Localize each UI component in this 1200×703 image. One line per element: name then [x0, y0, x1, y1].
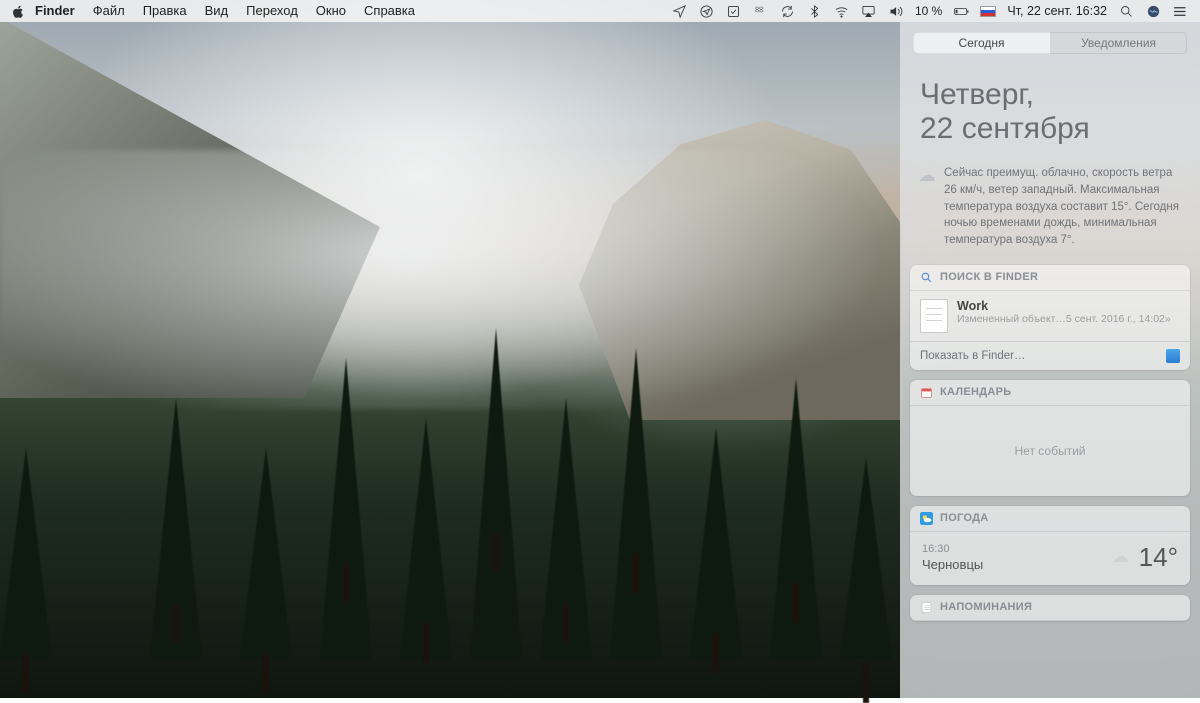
input-flag-ru[interactable] — [980, 6, 996, 17]
tab-notifications[interactable]: Уведомления — [1050, 32, 1187, 54]
weather-app-icon — [920, 512, 933, 525]
menu-edit[interactable]: Правка — [134, 0, 196, 22]
finder-search-widget: ПОИСК В FINDER Work Измененный объект…5 … — [910, 265, 1190, 370]
finder-search-icon — [920, 271, 933, 284]
calendar-empty-label: Нет событий — [910, 406, 1190, 496]
notification-center-panel: Сегодня Уведомления Четверг, 22 сентября… — [900, 22, 1200, 698]
apple-menu-icon[interactable] — [10, 3, 26, 19]
location-icon[interactable] — [672, 3, 688, 19]
bluetooth-icon[interactable] — [807, 3, 823, 19]
weather-temp: 14° — [1139, 542, 1178, 573]
checkbox-icon[interactable] — [726, 3, 742, 19]
calendar-icon — [920, 386, 933, 399]
cloud-icon: ☁ — [918, 165, 936, 248]
weather-city: Черновцы — [922, 557, 983, 572]
clock[interactable]: Чт, 22 сент. 16:32 — [1007, 4, 1107, 18]
weather-widget[interactable]: ПОГОДА 16:30 Черновцы ☁ 14° — [910, 506, 1190, 585]
weekday-label: Четверг, — [920, 78, 1180, 112]
finder-widget-title: ПОИСК В FINDER — [940, 271, 1038, 283]
condition-cloud-icon: ☁ — [1112, 547, 1129, 567]
reminders-widget: НАПОМИНАНИЯ — [910, 595, 1190, 621]
battery-icon[interactable] — [953, 3, 969, 19]
nc-tab-segmented: Сегодня Уведомления — [913, 32, 1187, 54]
show-in-finder-button[interactable]: Показать в Finder… — [910, 341, 1190, 370]
document-icon — [920, 299, 948, 333]
file-name: Work — [957, 299, 1171, 313]
menu-file[interactable]: Файл — [84, 0, 134, 22]
weather-summary-row: ☁ Сейчас преимущ. облачно, скорость ветр… — [910, 161, 1190, 254]
menu-view[interactable]: Вид — [196, 0, 238, 22]
calendar-widget-title: КАЛЕНДАРЬ — [940, 386, 1012, 398]
airplay-icon[interactable] — [861, 3, 877, 19]
menu-bar: Finder Файл Правка Вид Переход Окно Спра… — [0, 0, 1200, 22]
menu-window[interactable]: Окно — [307, 0, 355, 22]
reminders-icon — [920, 601, 933, 614]
siri-icon[interactable] — [1145, 3, 1161, 19]
finder-face-icon — [1166, 349, 1180, 363]
notification-center-icon[interactable] — [1172, 3, 1188, 19]
today-date-header: Четверг, 22 сентября — [910, 64, 1190, 151]
weather-widget-title: ПОГОДА — [940, 512, 989, 524]
finder-result-row[interactable]: Work Измененный объект…5 сент. 2016 г., … — [920, 299, 1180, 333]
app-name[interactable]: Finder — [26, 0, 84, 22]
date-label: 22 сентября — [920, 112, 1180, 146]
weather-time: 16:30 — [922, 543, 983, 555]
menu-go[interactable]: Переход — [237, 0, 307, 22]
spotlight-icon[interactable] — [1118, 3, 1134, 19]
tab-today[interactable]: Сегодня — [913, 32, 1050, 54]
sync-icon[interactable] — [780, 3, 796, 19]
dropbox-icon[interactable] — [753, 3, 769, 19]
telegram-icon[interactable] — [699, 3, 715, 19]
weather-summary-text: Сейчас преимущ. облачно, скорость ветра … — [944, 165, 1182, 248]
file-meta: Измененный объект…5 сент. 2016 г., 14:02… — [957, 313, 1171, 325]
reminders-widget-title: НАПОМИНАНИЯ — [940, 601, 1032, 613]
battery-percent: 10 % — [915, 4, 942, 18]
volume-icon[interactable] — [888, 3, 904, 19]
menu-help[interactable]: Справка — [355, 0, 424, 22]
calendar-widget: КАЛЕНДАРЬ Нет событий — [910, 380, 1190, 496]
wifi-icon[interactable] — [834, 3, 850, 19]
